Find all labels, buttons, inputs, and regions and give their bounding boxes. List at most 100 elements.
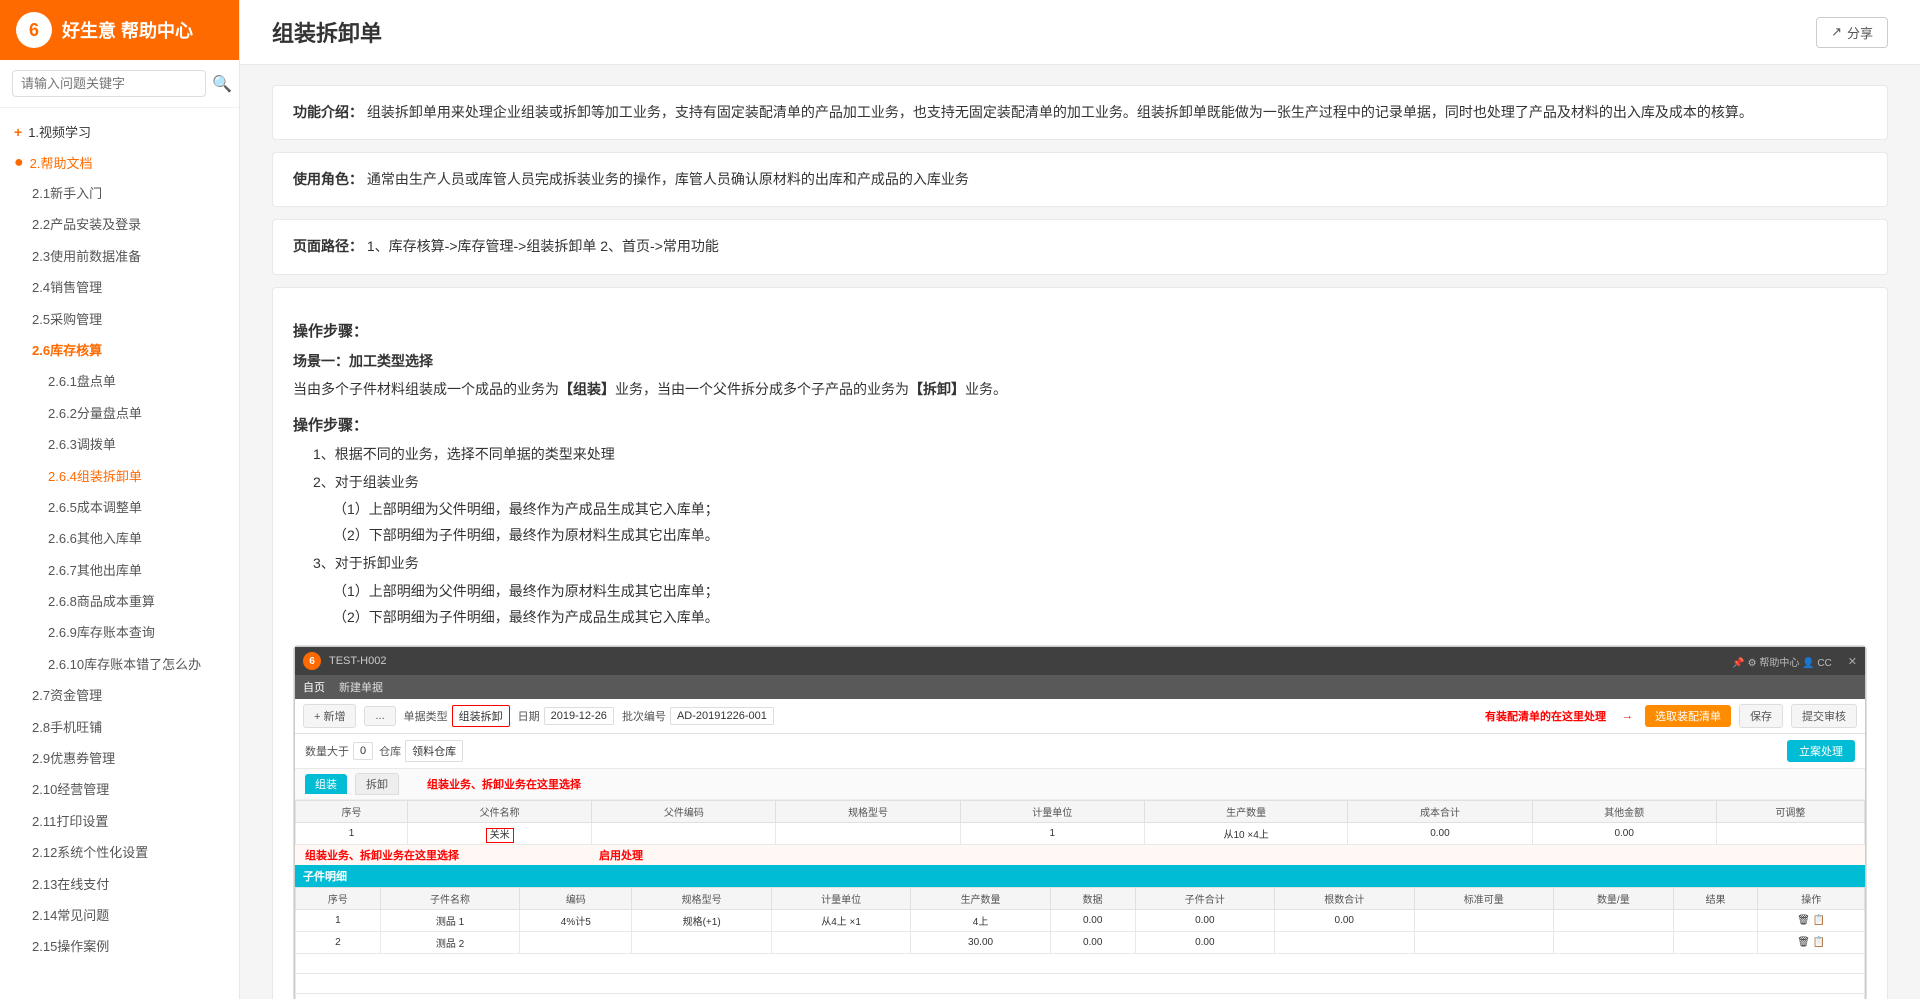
btn-submit[interactable]: 提交审核 xyxy=(1791,704,1857,728)
cell-ops: 🗑 📋 xyxy=(1758,932,1865,954)
cell-spec xyxy=(632,932,771,954)
app-form-area: 数量大于 0 仓库 领料仓库 立案处理 xyxy=(295,734,1865,769)
sidebar-item-cat2-9[interactable]: 2.9优惠券管理 xyxy=(0,743,239,774)
btn-confirm-bom[interactable]: 选取装配清单 xyxy=(1645,705,1731,727)
warehouse-val[interactable]: 领料仓库 xyxy=(405,740,463,762)
cell-other: 0.00 xyxy=(1532,823,1716,845)
sidebar-item-cat2-6-7[interactable]: 2.6.7其他出库单 xyxy=(0,555,239,586)
step1: 1、根据不同的业务，选择不同单据的类型来处理 xyxy=(313,443,1867,467)
sidebar-item-cat1[interactable]: + 1.视频学习 xyxy=(0,116,239,147)
topbar-id: TEST-H002 xyxy=(329,655,386,667)
sidebar-item-cat2-5[interactable]: 2.5采购管理 xyxy=(0,304,239,335)
cell-std xyxy=(1414,932,1553,954)
annotation-row: 组装业务、拆卸业务在这里选择 启用处理 xyxy=(295,845,1865,865)
field-date-val[interactable]: 2019-12-26 xyxy=(544,707,614,725)
bth-code: 编码 xyxy=(520,888,632,910)
cell-qty: 30.00 xyxy=(911,932,1050,954)
sidebar-item-cat2-4[interactable]: 2.4销售管理 xyxy=(0,272,239,303)
share-button[interactable]: ↗ 分享 xyxy=(1816,17,1888,48)
path-block: 页面路径： 1、库存核算->库存管理->组装拆卸单 2、首页->常用功能 xyxy=(272,219,1888,274)
main-header: 组装拆卸单 ↗ 分享 xyxy=(240,0,1920,65)
btn-add[interactable]: + 新增 xyxy=(303,704,356,728)
sidebar-item-cat2-6-9[interactable]: 2.6.9库存账本查询 xyxy=(0,617,239,648)
role-label: 使用角色： xyxy=(293,171,363,187)
cell-result xyxy=(1673,910,1758,932)
sidebar-item-cat2-6-4[interactable]: 2.6.4组装拆卸单 xyxy=(0,461,239,492)
app-topbar: 6 TEST-H002 📌 ⚙ 帮助中心 👤 CC ✕ xyxy=(295,647,1865,675)
bth-qty: 生产数量 xyxy=(911,888,1050,910)
sidebar-item-cat2-14[interactable]: 2.14常见问题 xyxy=(0,900,239,931)
btn-save[interactable]: 保存 xyxy=(1739,704,1783,728)
tab-assemble[interactable]: 组装 xyxy=(305,774,347,794)
table-row: 1 测品 1 4%计5 规格(+1) 从4上 ×1 4上 0.00 0.00 0 xyxy=(296,910,1865,932)
btn-other[interactable]: ... xyxy=(364,706,395,726)
th-unit: 计量单位 xyxy=(960,801,1144,823)
tab-disassemble[interactable]: 拆卸 xyxy=(355,773,399,795)
sidebar: 6 好生意 帮助中心 🔍 + 1.视频学习 ● 2.帮助文档 2.1新手入门 2… xyxy=(0,0,240,999)
step3-sub2: （2）下部明细为子件明细，最终作为产成品生成其它入库单。 xyxy=(333,606,1867,630)
qty-val: 0 xyxy=(353,742,373,760)
share-icon: ↗ xyxy=(1831,24,1842,40)
app-toolbar: + 新增 ... 单据类型 组装拆卸 日期 2019-12-26 xyxy=(295,699,1865,734)
cell-parent-code xyxy=(592,823,776,845)
sidebar-item-cat2-8[interactable]: 2.8手机旺铺 xyxy=(0,712,239,743)
sidebar-item-cat2-6-6[interactable]: 2.6.6其他入库单 xyxy=(0,523,239,554)
bottom-table-section: 序号 子件名称 编码 规格型号 计量单位 生产数量 数据 子件合计 根数合计 xyxy=(295,887,1865,999)
table-row xyxy=(296,974,1865,994)
step2-sub2: （2）下部明细为子件明细，最终作为原材料生成其它出库单。 xyxy=(333,524,1867,548)
step2-sub1: （1）上部明细为父件明细，最终作为产成品生成其它入库单； xyxy=(333,498,1867,522)
cell-root xyxy=(1275,932,1414,954)
sidebar-item-cat2-15[interactable]: 2.15操作案例 xyxy=(0,931,239,962)
bth-unit: 计量单位 xyxy=(771,888,910,910)
field-type: 单据类型 组装拆卸 xyxy=(404,705,510,727)
sidebar-item-cat2-6-3[interactable]: 2.6.3调拨单 xyxy=(0,429,239,460)
cell-code: 4%计5 xyxy=(520,910,632,932)
field-type-val[interactable]: 组装拆卸 xyxy=(452,705,510,727)
sidebar-item-cat2-3[interactable]: 2.3使用前数据准备 xyxy=(0,241,239,272)
cell-cost: 0.00 xyxy=(1348,823,1532,845)
cell-data: 0.00 xyxy=(1050,910,1135,932)
annotation-a1: 有装配清单的在这里处理 xyxy=(1481,707,1610,725)
sidebar-item-cat2-11[interactable]: 2.11打印设置 xyxy=(0,806,239,837)
bth-subtotal: 子件合计 xyxy=(1135,888,1274,910)
cell-unit xyxy=(771,932,910,954)
sidebar-item-cat2-6-10[interactable]: 2.6.10库存账本错了怎么办 xyxy=(0,649,239,680)
table-row: 1 关米 1 从10 ×4上 0.00 0.00 xyxy=(296,823,1865,845)
sidebar-item-cat2-6[interactable]: 2.6库存核算 xyxy=(0,335,239,366)
th-qty-prod: 生产数量 xyxy=(1144,801,1347,823)
main-content: 组装拆卸单 ↗ 分享 功能介绍： 组装拆卸单用来处理企业组装或拆卸等加工业务，支… xyxy=(240,0,1920,999)
sidebar-item-cat2-10[interactable]: 2.10经营管理 xyxy=(0,774,239,805)
cell-code xyxy=(520,932,632,954)
menu-home[interactable]: 自页 xyxy=(303,679,325,695)
sidebar-item-cat2-6-5[interactable]: 2.6.5成本调整单 xyxy=(0,492,239,523)
sidebar-item-cat2-1[interactable]: 2.1新手入门 xyxy=(0,178,239,209)
search-input[interactable] xyxy=(12,70,206,97)
sidebar-item-cat2-12[interactable]: 2.12系统个性化设置 xyxy=(0,837,239,868)
page-title: 组装拆卸单 xyxy=(272,16,382,48)
cell-seq: 2 xyxy=(296,932,381,954)
th-other-amount: 其他金额 xyxy=(1532,801,1716,823)
sidebar-item-cat2-6-2[interactable]: 2.6.2分量盘点单 xyxy=(0,398,239,429)
scene1-title: 场景一：加工类型选择 xyxy=(293,351,1867,371)
screenshot-container: 6 TEST-H002 📌 ⚙ 帮助中心 👤 CC ✕ 自页 新建单据 xyxy=(293,645,1867,999)
field-batch-val[interactable]: AD-20191226-001 xyxy=(670,707,774,725)
btn-process[interactable]: 立案处理 xyxy=(1787,740,1855,762)
sidebar-item-cat2-13[interactable]: 2.13在线支付 xyxy=(0,869,239,900)
arrow-a1: → xyxy=(1622,710,1633,722)
field-type-label: 单据类型 xyxy=(404,708,448,724)
top-table: 序号 父件名称 父件编码 规格型号 计量单位 生产数量 成本合计 其他金额 可调 xyxy=(295,800,1865,845)
th-seq: 序号 xyxy=(296,801,408,823)
sidebar-item-cat2[interactable]: ● 2.帮助文档 xyxy=(0,147,239,178)
content-area: 功能介绍： 组装拆卸单用来处理企业组装或拆卸等加工业务，支持有固定装配清单的产品… xyxy=(240,65,1920,999)
sidebar-item-cat2-2[interactable]: 2.2产品安装及登录 xyxy=(0,209,239,240)
sidebar-item-cat2-7[interactable]: 2.7资金管理 xyxy=(0,680,239,711)
menu-new[interactable]: 新建单据 xyxy=(339,679,383,695)
sidebar-item-cat2-6-8[interactable]: 2.6.8商品成本重算 xyxy=(0,586,239,617)
sidebar-item-cat2-6-1[interactable]: 2.6.1盘点单 xyxy=(0,366,239,397)
cell-qty: 4上 xyxy=(911,910,1050,932)
intro-label: 功能介绍： xyxy=(293,104,363,120)
cell-ops: 🗑 📋 xyxy=(1758,910,1865,932)
search-icon[interactable]: 🔍 xyxy=(212,74,232,94)
cell-ratio xyxy=(1553,932,1673,954)
search-box: 🔍 xyxy=(0,60,239,108)
